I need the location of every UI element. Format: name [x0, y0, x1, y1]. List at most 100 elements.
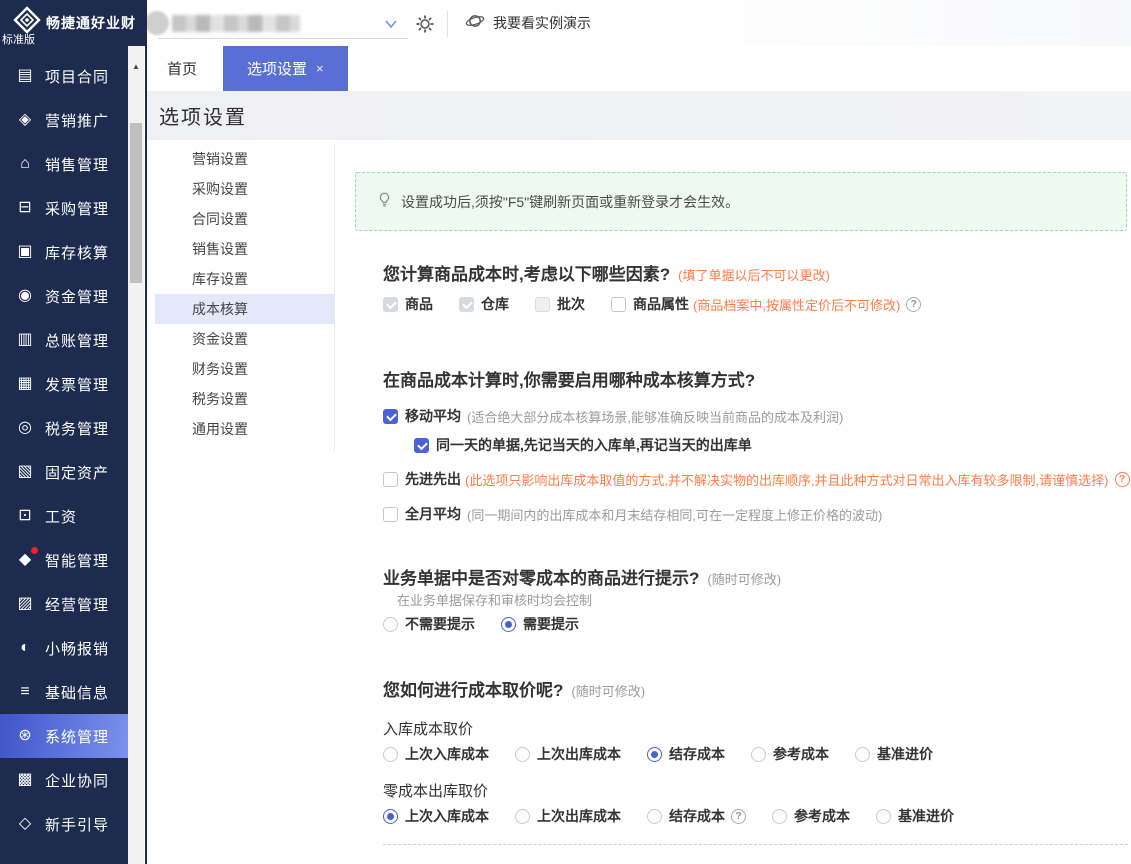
method-suboption[interactable]: 同一天的单据,先记当天的入库单,再记当天的出库单 — [414, 435, 752, 455]
sidebar-item-label: 营销推广 — [45, 110, 109, 131]
clipboard-icon: ▨ — [14, 593, 36, 615]
settings-nav-item[interactable]: 采购设置 — [155, 174, 334, 204]
sidebar-item-guide[interactable]: ◇新手引导 — [0, 802, 128, 846]
method-option[interactable]: 全月平均 — [383, 504, 461, 524]
zero-tip-radio-option[interactable]: 不需要提示 — [383, 614, 475, 634]
demo-link[interactable]: 我要看实例演示 — [464, 11, 591, 35]
method-option[interactable]: 移动平均 — [383, 406, 461, 426]
building-icon: ▧ — [14, 461, 36, 483]
option-note: (商品档案中,按属性定价后不可修改) — [693, 295, 900, 314]
section-divider — [383, 844, 1128, 845]
settings-nav-item[interactable]: 营销设置 — [155, 144, 334, 174]
sidebar-item-tax[interactable]: ◎税务管理 — [0, 406, 128, 450]
settings-nav-item[interactable]: 财务设置 — [155, 354, 334, 384]
radio-label: 上次出库成本 — [537, 744, 621, 764]
help-icon[interactable]: ? — [731, 809, 746, 824]
tab-options[interactable]: 选项设置× — [223, 46, 348, 91]
checkbox-label: 移动平均 — [405, 406, 461, 426]
scroll-up-arrow-icon[interactable]: ▲ — [128, 62, 144, 71]
settings-nav-item[interactable]: 销售设置 — [155, 234, 334, 264]
sidebar-item-label: 智能管理 — [45, 550, 109, 571]
factor-option[interactable]: 商品属性(商品档案中,按属性定价后不可修改)? — [611, 294, 921, 314]
zero-tip-radio-option[interactable]: 需要提示 — [501, 614, 579, 634]
sidebar-item-fixed-assets[interactable]: ▧ 固定资产 — [0, 450, 128, 494]
tab-home[interactable]: 首页 — [147, 46, 217, 91]
sidebar-item-marketing[interactable]: ◈营销推广 — [0, 98, 128, 142]
inbound-pricing-option[interactable]: 上次入库成本 — [383, 744, 489, 764]
method-option[interactable]: 先进先出 — [383, 469, 461, 489]
checkbox-icon — [383, 472, 398, 487]
org-name-redacted — [172, 15, 300, 32]
sidebar-item-label: 库存核算 — [45, 242, 109, 263]
radio-icon — [383, 809, 398, 824]
help-icon[interactable]: ? — [1115, 472, 1130, 487]
sidebar-item-funds[interactable]: ◉资金管理 — [0, 274, 128, 318]
radio-label: 不需要提示 — [405, 614, 475, 634]
chevron-down-icon[interactable] — [383, 16, 399, 37]
radio-icon — [383, 617, 398, 632]
zero-tip-subtext: 在业务单据保存和审核时均会控制 — [397, 590, 592, 609]
sidebar-item-sales[interactable]: ⌂销售管理 — [0, 142, 128, 186]
lightbulb-icon — [376, 191, 393, 213]
settings-nav-item[interactable]: 库存设置 — [155, 264, 334, 294]
sidebar-item-operation[interactable]: ▨经营管理 — [0, 582, 128, 626]
sidebar-item-label: 销售管理 — [45, 154, 109, 175]
sidebar-item-label: 新手引导 — [45, 814, 109, 835]
section-zero-tip-title: 业务单据中是否对零成本的商品进行提示?(随时可修改) — [383, 564, 781, 589]
checkbox-label: 先进先出 — [405, 469, 461, 489]
settings-nav-item[interactable]: 通用设置 — [155, 414, 334, 444]
settings-nav-item[interactable]: 资金设置 — [155, 324, 334, 354]
sidebar-item-project-contract[interactable]: ▤项目合同 — [0, 54, 128, 98]
gear-icon[interactable] — [414, 13, 436, 35]
sidebar-item-expense[interactable]: ◐小畅报销 — [0, 626, 128, 670]
settings-nav-item[interactable]: 税务设置 — [155, 384, 334, 414]
option-note: (适合绝大部分成本核算场景,能够准确反映当前商品的成本及利润) — [467, 407, 843, 426]
checkbox-icon — [459, 297, 474, 312]
settings-nav-item[interactable]: 成本核算 — [155, 294, 334, 324]
sidebar-item-label: 固定资产 — [45, 462, 109, 483]
list-icon: ≡ — [14, 681, 36, 703]
radio-icon — [515, 747, 530, 762]
inbound-pricing-option[interactable]: 上次出库成本 — [515, 744, 621, 764]
factor-option[interactable]: 批次 — [535, 294, 585, 314]
sidebar-item-payroll[interactable]: ⊡工资 — [0, 494, 128, 538]
checkbox-icon — [383, 507, 398, 522]
scrollbar-thumb[interactable] — [130, 123, 142, 283]
sidebar-item-ledger[interactable]: ▥总账管理 — [0, 318, 128, 362]
reimburse-icon: ◐ — [14, 637, 36, 659]
checkbox-icon — [383, 409, 398, 424]
sidebar-item-system[interactable]: ⊛系统管理 — [0, 714, 128, 758]
zero-outbound-pricing-option[interactable]: 上次出库成本 — [515, 806, 621, 826]
inbound-pricing-option[interactable]: 参考成本 — [751, 744, 829, 764]
zero-outbound-pricing-option[interactable]: 参考成本 — [772, 806, 850, 826]
help-icon[interactable]: ? — [906, 297, 921, 312]
inbound-pricing-option[interactable]: 结存成本 — [647, 744, 725, 764]
sidebar-item-purchase[interactable]: ⊟采购管理 — [0, 186, 128, 230]
invoice-icon: ▦ — [14, 373, 36, 395]
app-window: 我要看实例演示 畅捷通好业财 标准版 ▤项目合同◈营销推广⌂销售管理⊟采购管理▣… — [0, 0, 1131, 864]
sidebar-scrollbar[interactable]: ▲ — [128, 46, 144, 864]
demo-planet-icon — [464, 10, 486, 37]
zero-outbound-pricing-option[interactable]: 上次入库成本 — [383, 806, 489, 826]
sidebar-item-smart[interactable]: ◆智能管理 — [0, 538, 128, 582]
settings-nav-item[interactable]: 合同设置 — [155, 204, 334, 234]
zero-outbound-pricing-option[interactable]: 基准进价 — [876, 806, 954, 826]
radio-label: 参考成本 — [794, 806, 850, 826]
sidebar-item-invoice[interactable]: ▦发票管理 — [0, 362, 128, 406]
section-method-title: 在商品成本计算时,你需要启用哪种成本核算方式? — [383, 366, 755, 391]
zero-outbound-pricing-option[interactable]: 结存成本? — [647, 806, 746, 826]
sidebar-item-base-info[interactable]: ≡基础信息 — [0, 670, 128, 714]
close-icon[interactable]: × — [316, 61, 324, 76]
checkbox-label: 同一天的单据,先记当天的入库单,再记当天的出库单 — [436, 435, 752, 455]
section-pricing-note: (随时可修改) — [571, 684, 645, 699]
checkbox-icon — [611, 297, 626, 312]
gear-icon: ⊛ — [14, 725, 36, 747]
factor-option[interactable]: 商品 — [383, 294, 433, 314]
section-factors-title: 您计算商品成本时,考虑以下哪些因素?(填了单据以后不可以更改) — [383, 260, 830, 285]
option-note: (此选项只影响出库成本取值的方式,并不解决实物的出库顺序,并且此种方式对日常出入… — [465, 470, 1109, 489]
section-pricing-title: 您如何进行成本取价呢?(随时可修改) — [383, 676, 645, 701]
factor-option[interactable]: 仓库 — [459, 294, 509, 314]
sidebar-item-inventory[interactable]: ▣库存核算 — [0, 230, 128, 274]
sidebar-item-collab[interactable]: ▩企业协同 — [0, 758, 128, 802]
inbound-pricing-option[interactable]: 基准进价 — [855, 744, 933, 764]
